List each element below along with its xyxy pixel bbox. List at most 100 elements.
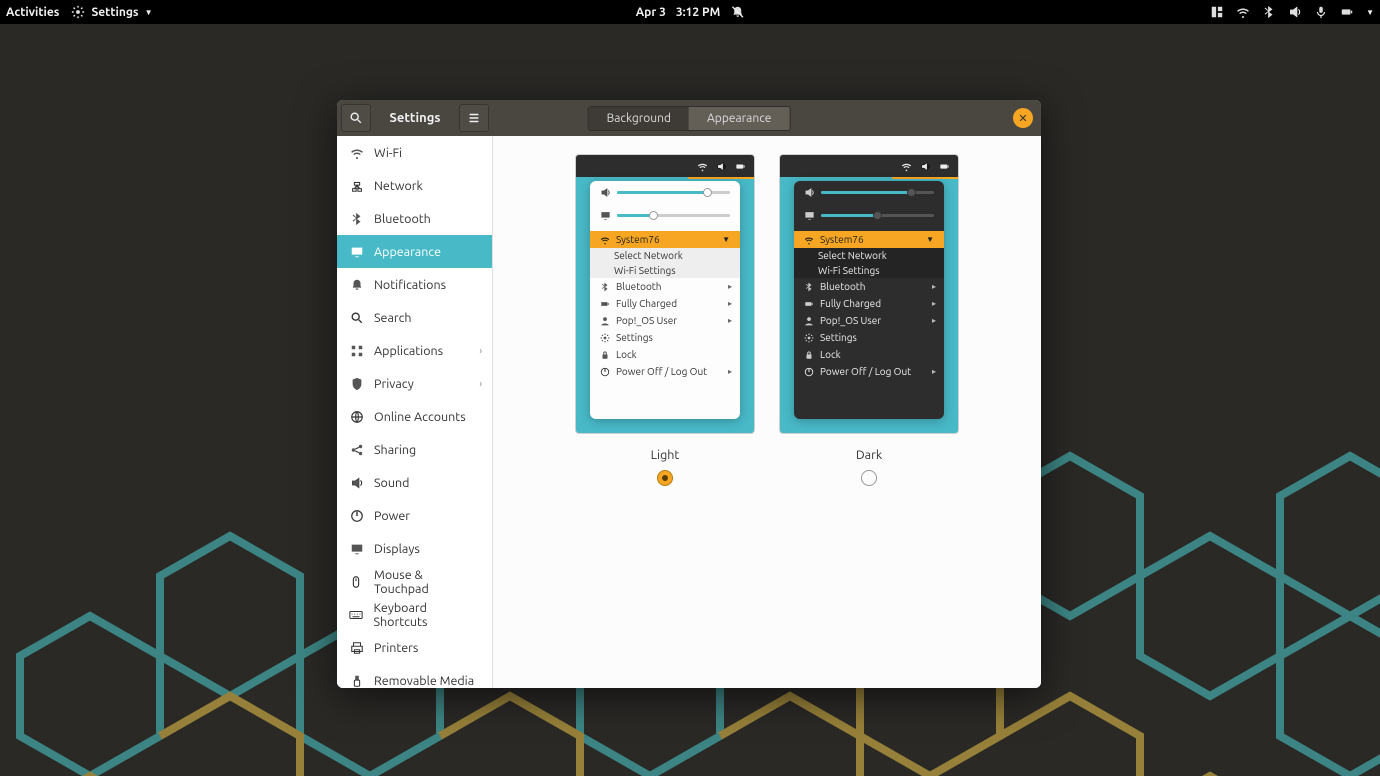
sidebar-item-printers[interactable]: Printers (337, 631, 492, 664)
sidebar-item-label: Keyboard Shortcuts (373, 601, 480, 629)
appmenu-button[interactable]: Settings ▼ (71, 5, 152, 19)
appearance-content: System76 ▼ Select Network Wi-Fi Settings… (493, 136, 1041, 688)
brightness-icon (600, 210, 611, 221)
preview-select-network: Select Network (794, 248, 944, 263)
volume-icon[interactable] (1288, 5, 1302, 19)
gear-icon (804, 333, 814, 343)
theme-radio-dark[interactable] (861, 470, 877, 486)
sharing-icon (349, 442, 364, 457)
preview-wifi-settings: Wi-Fi Settings (590, 263, 740, 278)
gear-icon (600, 333, 610, 343)
sidebar-item-network[interactable]: Network (337, 169, 492, 202)
wifi-icon (697, 161, 708, 172)
sidebar-item-label: Mouse & Touchpad (374, 568, 480, 596)
search-button[interactable] (341, 104, 371, 132)
sidebar-item-keyboard[interactable]: Keyboard Shortcuts (337, 598, 492, 631)
preview-bluetooth: Bluetooth (616, 281, 661, 292)
preview-user: Pop!_OS User (616, 315, 677, 326)
preview-settings: Settings (616, 332, 653, 343)
chevron-right-icon: › (479, 345, 482, 356)
brightness-icon (804, 210, 815, 221)
chevron-down-icon: ▼ (926, 235, 934, 244)
sidebar-item-applications[interactable]: Applications› (337, 334, 492, 367)
sidebar-item-label: Printers (374, 641, 418, 655)
notifications-muted-icon[interactable] (730, 5, 744, 19)
preview-lock: Lock (820, 349, 841, 360)
sound-icon (349, 475, 364, 490)
sidebar-item-appearance[interactable]: Appearance (337, 235, 492, 268)
mic-icon[interactable] (1314, 5, 1328, 19)
sidebar-item-online-accounts[interactable]: Online Accounts (337, 400, 492, 433)
theme-option-dark[interactable]: System76 ▼ Select Network Wi-Fi Settings… (779, 154, 959, 486)
settings-sidebar: Wi-Fi Network Bluetooth Appearance Notif… (337, 136, 493, 688)
window-headerbar: Settings Background Appearance ✕ (337, 100, 1041, 136)
preview-battery: Fully Charged (616, 298, 677, 309)
sidebar-item-label: Bluetooth (374, 212, 431, 226)
sidebar-item-label: Displays (374, 542, 420, 556)
sidebar-item-label: Sound (374, 476, 409, 490)
sidebar-item-wifi[interactable]: Wi-Fi (337, 136, 492, 169)
preview-settings: Settings (820, 332, 857, 343)
activities-button[interactable]: Activities (6, 6, 59, 19)
battery-icon (735, 161, 746, 172)
sidebar-item-sound[interactable]: Sound (337, 466, 492, 499)
appearance-icon (349, 244, 364, 259)
theme-radio-light[interactable] (657, 470, 673, 486)
sidebar-item-removable[interactable]: Removable Media (337, 664, 492, 688)
preview-bluetooth: Bluetooth (820, 281, 865, 292)
volume-icon (804, 187, 815, 198)
user-icon (600, 316, 610, 326)
sidebar-item-search[interactable]: Search (337, 301, 492, 334)
topbar-date[interactable]: Apr 3 (636, 6, 666, 19)
close-button[interactable]: ✕ (1013, 108, 1033, 128)
sidebar-item-power[interactable]: Power (337, 499, 492, 532)
preview-power: Power Off / Log Out (820, 366, 911, 377)
theme-option-light[interactable]: System76 ▼ Select Network Wi-Fi Settings… (575, 154, 755, 486)
notifications-icon (349, 277, 364, 292)
sidebar-item-mouse[interactable]: Mouse & Touchpad (337, 565, 492, 598)
keyboard-icon (349, 607, 363, 622)
lock-icon (804, 350, 814, 360)
lock-icon (600, 350, 610, 360)
theme-label-light: Light (651, 448, 680, 462)
gear-icon (71, 5, 85, 19)
menu-button[interactable] (459, 104, 489, 132)
sidebar-item-bluetooth[interactable]: Bluetooth (337, 202, 492, 235)
preview-select-network: Select Network (590, 248, 740, 263)
power-icon (804, 367, 814, 377)
sidebar-item-sharing[interactable]: Sharing (337, 433, 492, 466)
preview-topbar (576, 155, 754, 177)
sidebar-item-displays[interactable]: Displays (337, 532, 492, 565)
mouse-icon (349, 574, 364, 589)
battery-icon (804, 299, 814, 309)
battery-icon (939, 161, 950, 172)
preview-network-name: System76 (616, 234, 660, 245)
privacy-icon (349, 376, 364, 391)
sidebar-item-label: Power (374, 509, 410, 523)
tiling-icon[interactable] (1210, 5, 1224, 19)
chevron-right-icon: › (479, 378, 482, 389)
sidebar-item-label: Removable Media (374, 674, 474, 688)
wifi-icon (600, 235, 610, 245)
battery-icon[interactable] (1340, 5, 1354, 19)
battery-icon (600, 299, 610, 309)
wifi-icon[interactable] (1236, 5, 1250, 19)
chevron-down-icon[interactable]: ▼ (1366, 8, 1374, 17)
user-icon (804, 316, 814, 326)
bluetooth-icon[interactable] (1262, 5, 1276, 19)
chevron-down-icon: ▼ (722, 235, 730, 244)
sidebar-item-label: Network (374, 179, 423, 193)
wifi-icon (901, 161, 912, 172)
topbar-time[interactable]: 3:12 PM (676, 6, 720, 19)
header-tabs: Background Appearance (588, 106, 791, 131)
sidebar-item-notifications[interactable]: Notifications (337, 268, 492, 301)
sidebar-item-privacy[interactable]: Privacy› (337, 367, 492, 400)
tab-background[interactable]: Background (589, 107, 689, 130)
appmenu-label: Settings (91, 6, 138, 19)
volume-icon (600, 187, 611, 198)
sidebar-item-label: Appearance (374, 245, 441, 259)
tab-appearance[interactable]: Appearance (689, 107, 789, 130)
wifi-icon (804, 235, 814, 245)
preview-wifi-settings: Wi-Fi Settings (794, 263, 944, 278)
volume-icon (920, 161, 931, 172)
